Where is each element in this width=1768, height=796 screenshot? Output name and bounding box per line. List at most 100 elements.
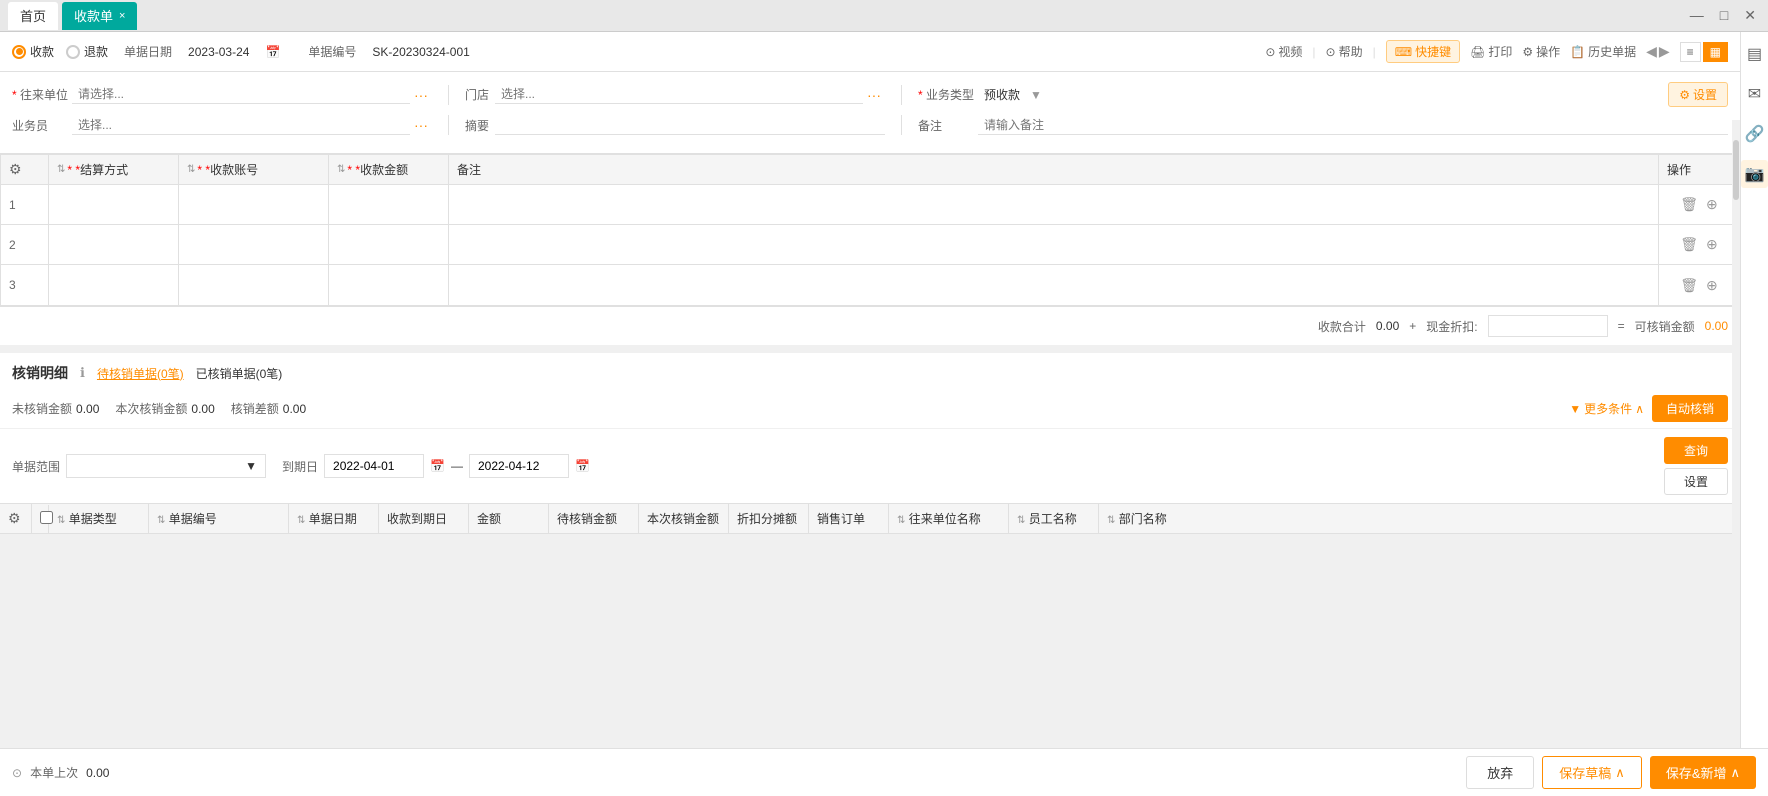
refund-radio[interactable]: 退款 — [66, 43, 108, 60]
draft-label: 保存草稿 — [1559, 763, 1611, 782]
close-btn[interactable]: ✕ — [1740, 5, 1760, 26]
refund-radio-dot — [66, 45, 80, 59]
unverified-label: 未核销金额 — [12, 400, 72, 417]
row-2-account[interactable] — [179, 225, 329, 264]
calendar-icon[interactable]: 📅 — [265, 45, 280, 59]
operation-link[interactable]: ⚙ 操作 — [1522, 43, 1560, 60]
bth-checkbox[interactable] — [32, 505, 49, 533]
tab-receipt[interactable]: 收款单 × — [62, 2, 137, 30]
counterpart-more-icon[interactable]: ··· — [410, 87, 432, 103]
row-3-settlement[interactable] — [49, 265, 179, 305]
row-2-note[interactable] — [449, 225, 1659, 264]
shortcut-label: 快捷键 — [1415, 43, 1451, 60]
row-1-note[interactable] — [449, 185, 1659, 224]
tab-close-icon[interactable]: × — [119, 10, 125, 22]
note-input[interactable] — [978, 116, 1728, 135]
next-arrow[interactable]: ▶ — [1659, 43, 1670, 60]
tab-home[interactable]: 首页 — [8, 2, 58, 30]
row-3-account[interactable] — [179, 265, 329, 305]
bth-due-date: 收款到期日 — [379, 504, 469, 533]
link-sidebar-icon[interactable]: 🔗 — [1741, 120, 1768, 148]
row-1-amount[interactable] — [329, 185, 449, 224]
email-sidebar-icon[interactable]: ✉ — [1744, 80, 1765, 108]
table-sidebar-icon[interactable]: ▤ — [1743, 40, 1766, 68]
row-1-actions: 🗑 ⊕ — [1659, 185, 1739, 224]
grid-view-btn[interactable]: ▦ — [1703, 42, 1728, 62]
total-label: 收款合计 — [1318, 318, 1366, 335]
print-link[interactable]: 🖨 打印 — [1470, 43, 1512, 60]
store-more-icon[interactable]: ··· — [863, 87, 885, 103]
verification-info-icon[interactable]: ℹ — [80, 365, 85, 381]
list-view-btn[interactable]: ≡ — [1680, 42, 1701, 62]
date-from-input[interactable] — [324, 454, 424, 478]
scrollbar-area[interactable] — [1732, 120, 1740, 748]
filter-settings-btn[interactable]: 设置 — [1664, 468, 1728, 495]
date-to-input[interactable] — [469, 454, 569, 478]
staff-more-icon[interactable]: ··· — [410, 117, 432, 133]
settings-button[interactable]: ⚙ 设置 — [1668, 82, 1728, 107]
th-amount: ⇅ *收款金额 — [329, 155, 449, 184]
range-field: 单据范围 ▼ — [12, 454, 266, 478]
settings-btn-wrapper: ⚙ 设置 — [1668, 82, 1728, 107]
history-link[interactable]: 📋 历史单据 — [1570, 43, 1636, 60]
business-type-dropdown[interactable]: ▼ — [1030, 88, 1042, 102]
scrollbar-thumb[interactable] — [1733, 140, 1739, 200]
row-3-delete-icon[interactable]: 🗑 — [1678, 275, 1700, 296]
shortcut-btn[interactable]: ⌨ 快捷键 — [1386, 40, 1460, 63]
discount-input[interactable] — [1488, 315, 1608, 337]
diff-item: 核销差额 0.00 — [231, 400, 306, 417]
table-settings-gear[interactable]: ⚙ — [9, 161, 22, 178]
row-2-amount[interactable] — [329, 225, 449, 264]
verification-title: 核销明细 — [12, 363, 68, 383]
query-btn[interactable]: 查询 — [1664, 437, 1728, 464]
row-2-delete-icon[interactable]: 🗑 — [1678, 234, 1700, 255]
staff-input[interactable] — [72, 116, 410, 135]
range-select[interactable]: ▼ — [66, 454, 266, 478]
doc-num-sort: ⇅ — [157, 515, 165, 526]
calendar-to-icon[interactable]: 📅 — [575, 459, 590, 473]
row-3-note[interactable] — [449, 265, 1659, 305]
amount-header-label: 金额 — [477, 512, 501, 526]
minimize-btn[interactable]: — — [1686, 5, 1708, 26]
row-1-copy-icon[interactable]: ⊕ — [1704, 194, 1720, 215]
row-2-copy-icon[interactable]: ⊕ — [1704, 234, 1720, 255]
amount-sort-icon: ⇅ — [337, 164, 345, 175]
summary-input[interactable] — [495, 116, 885, 135]
verified-tab[interactable]: 已核销单据(0笔) — [196, 365, 283, 382]
bth-pending-amount: 待核销金额 — [549, 504, 639, 533]
calendar-from-icon[interactable]: 📅 — [430, 459, 445, 473]
save-new-btn[interactable]: 保存&新增 ∧ — [1650, 756, 1756, 789]
row-3-amount[interactable] — [329, 265, 449, 305]
counterpart-input[interactable] — [72, 85, 410, 104]
video-link[interactable]: ⊙ 视频 — [1265, 43, 1302, 60]
bth-doc-num: ⇅ 单据编号 — [149, 504, 289, 533]
receipt-radio-dot — [12, 45, 26, 59]
footer-info-icon[interactable]: ⊙ — [12, 766, 22, 780]
auto-verify-btn[interactable]: 自动核销 — [1652, 395, 1728, 422]
prev-arrow[interactable]: ◀ — [1646, 43, 1657, 60]
video-label: 视频 — [1278, 43, 1302, 60]
abandon-btn[interactable]: 放弃 — [1466, 756, 1534, 789]
receipt-radio-label: 收款 — [30, 43, 54, 60]
operation-icon: ⚙ — [1522, 45, 1533, 59]
gear-icon[interactable]: ⚙ — [8, 510, 21, 526]
window-controls: — □ ✕ — [1686, 5, 1760, 26]
maximize-btn[interactable]: □ — [1716, 5, 1732, 26]
row-2-settlement[interactable] — [49, 225, 179, 264]
draft-btn[interactable]: 保存草稿 ∧ — [1542, 756, 1642, 789]
more-conditions-btn[interactable]: ▼ 更多条件 ∧ — [1569, 400, 1644, 417]
this-amount-label: 本次核销金额 — [115, 400, 187, 417]
help-link[interactable]: ⊙ 帮助 — [1326, 43, 1363, 60]
table-row: 3 🗑 ⊕ — [1, 265, 1739, 305]
store-input[interactable] — [495, 85, 863, 104]
pending-tab[interactable]: 待核销单据(0笔) — [97, 365, 184, 382]
amount-header: *收款金额 — [347, 161, 408, 178]
history-icon: 📋 — [1570, 45, 1585, 59]
row-3-copy-icon[interactable]: ⊕ — [1704, 275, 1720, 296]
row-1-delete-icon[interactable]: 🗑 — [1678, 194, 1700, 215]
settlement-sort-icon: ⇅ — [57, 164, 65, 175]
receipt-radio[interactable]: 收款 — [12, 43, 54, 60]
row-1-settlement[interactable] — [49, 185, 179, 224]
row-1-account[interactable] — [179, 185, 329, 224]
camera-sidebar-icon[interactable]: 📷 — [1741, 160, 1768, 188]
